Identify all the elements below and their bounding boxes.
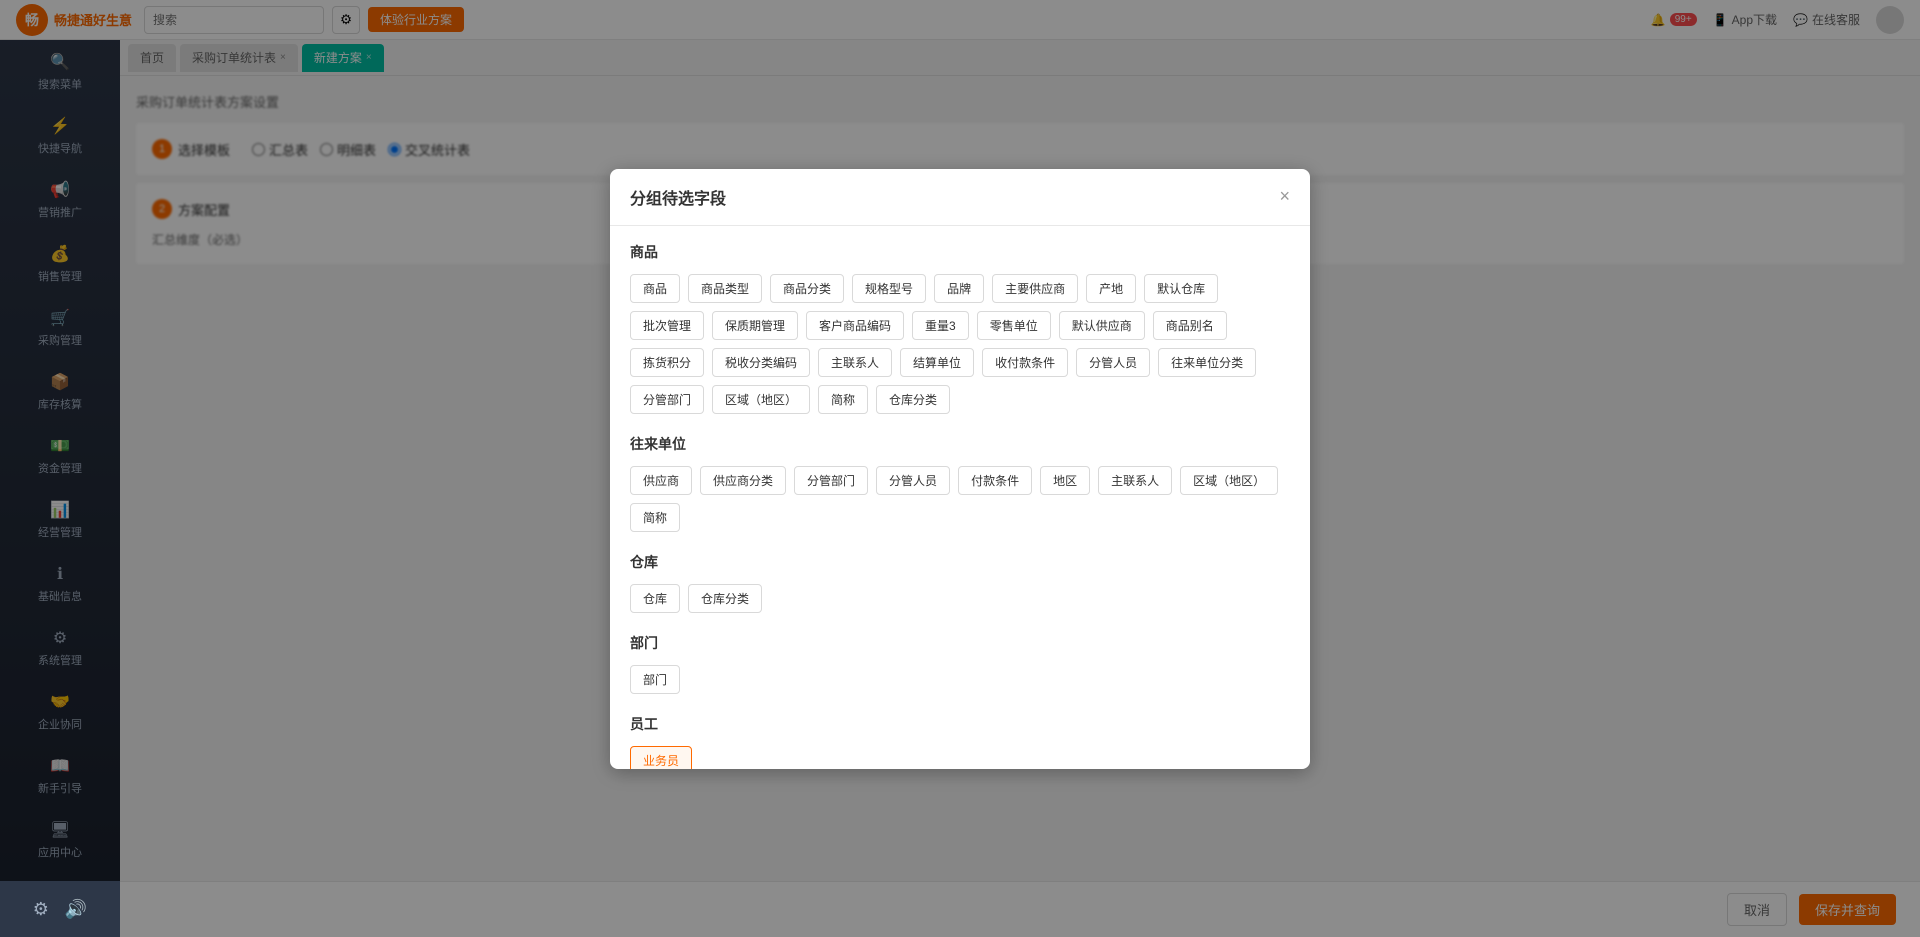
modal: 分组待选字段 × 商品 商品 商品类型 商品分类 规格型号 品牌 主要供应商 产… — [610, 169, 1310, 769]
field-settlement-unit[interactable]: 结算单位 — [900, 348, 974, 377]
counterparty-fields: 供应商 供应商分类 分管部门 分管人员 付款条件 地区 主联系人 区域（地区） … — [630, 466, 1290, 532]
field-alias[interactable]: 商品别名 — [1153, 311, 1227, 340]
field-payment-cond[interactable]: 付款条件 — [958, 466, 1032, 495]
field-main-contact2[interactable]: 主联系人 — [1098, 466, 1172, 495]
field-short-name2[interactable]: 简称 — [630, 503, 680, 532]
field-spec-model[interactable]: 规格型号 — [852, 274, 926, 303]
settings-icon[interactable]: ⚙ — [33, 899, 49, 920]
section-warehouse-title: 仓库 — [630, 552, 1290, 572]
field-weight[interactable]: 重量3 — [912, 311, 969, 340]
field-counterparty-category[interactable]: 往来单位分类 — [1158, 348, 1256, 377]
section-counterparty: 往来单位 供应商 供应商分类 分管部门 分管人员 付款条件 地区 主联系人 区域… — [630, 434, 1290, 532]
field-main-contact[interactable]: 主联系人 — [818, 348, 892, 377]
field-default-warehouse[interactable]: 默认仓库 — [1144, 274, 1218, 303]
volume-icon[interactable]: 🔊 — [65, 899, 87, 920]
field-tax-code[interactable]: 税收分类编码 — [712, 348, 810, 377]
section-warehouse: 仓库 仓库 仓库分类 — [630, 552, 1290, 613]
field-retail-unit[interactable]: 零售单位 — [977, 311, 1051, 340]
field-origin[interactable]: 产地 — [1086, 274, 1136, 303]
field-warehouse-cat[interactable]: 仓库分类 — [688, 584, 762, 613]
section-counterparty-title: 往来单位 — [630, 434, 1290, 454]
field-warehouse-category[interactable]: 仓库分类 — [876, 385, 950, 414]
field-expiry[interactable]: 保质期管理 — [712, 311, 798, 340]
section-employee: 员工 业务员 — [630, 714, 1290, 769]
field-responsible-person[interactable]: 分管人员 — [1076, 348, 1150, 377]
modal-close-button[interactable]: × — [1279, 186, 1290, 207]
field-product-type[interactable]: 商品类型 — [688, 274, 762, 303]
employee-fields: 业务员 — [630, 746, 1290, 769]
field-default-supplier[interactable]: 默认供应商 — [1059, 311, 1145, 340]
department-fields: 部门 — [630, 665, 1290, 694]
field-warehouse[interactable]: 仓库 — [630, 584, 680, 613]
field-salesperson[interactable]: 业务员 — [630, 746, 692, 769]
field-supplier[interactable]: 供应商 — [630, 466, 692, 495]
field-region[interactable]: 区域（地区） — [1180, 466, 1278, 495]
field-region-product[interactable]: 区域（地区） — [712, 385, 810, 414]
modal-overlay: 分组待选字段 × 商品 商品 商品类型 商品分类 规格型号 品牌 主要供应商 产… — [0, 0, 1920, 937]
modal-body: 商品 商品 商品类型 商品分类 规格型号 品牌 主要供应商 产地 默认仓库 批次… — [610, 226, 1310, 769]
field-department[interactable]: 部门 — [630, 665, 680, 694]
modal-header: 分组待选字段 × — [610, 169, 1310, 226]
field-product[interactable]: 商品 — [630, 274, 680, 303]
field-supplier-category[interactable]: 供应商分类 — [700, 466, 786, 495]
field-supervise-dept[interactable]: 分管部门 — [794, 466, 868, 495]
modal-title: 分组待选字段 — [630, 185, 726, 209]
field-supervise-person[interactable]: 分管人员 — [876, 466, 950, 495]
field-area[interactable]: 地区 — [1040, 466, 1090, 495]
field-brand[interactable]: 品牌 — [934, 274, 984, 303]
section-department-title: 部门 — [630, 633, 1290, 653]
section-employee-title: 员工 — [630, 714, 1290, 734]
field-dept[interactable]: 分管部门 — [630, 385, 704, 414]
section-product: 商品 商品 商品类型 商品分类 规格型号 品牌 主要供应商 产地 默认仓库 批次… — [630, 242, 1290, 414]
field-pick-points[interactable]: 拣货积分 — [630, 348, 704, 377]
section-product-title: 商品 — [630, 242, 1290, 262]
field-customer-code[interactable]: 客户商品编码 — [806, 311, 904, 340]
field-product-category[interactable]: 商品分类 — [770, 274, 844, 303]
sidebar-bottom-bar: ⚙ 🔊 — [0, 881, 120, 937]
field-batch[interactable]: 批次管理 — [630, 311, 704, 340]
field-short-name[interactable]: 简称 — [818, 385, 868, 414]
product-fields: 商品 商品类型 商品分类 规格型号 品牌 主要供应商 产地 默认仓库 批次管理 … — [630, 274, 1290, 414]
warehouse-fields: 仓库 仓库分类 — [630, 584, 1290, 613]
section-department: 部门 部门 — [630, 633, 1290, 694]
field-payment-terms[interactable]: 收付款条件 — [982, 348, 1068, 377]
field-main-supplier[interactable]: 主要供应商 — [992, 274, 1078, 303]
